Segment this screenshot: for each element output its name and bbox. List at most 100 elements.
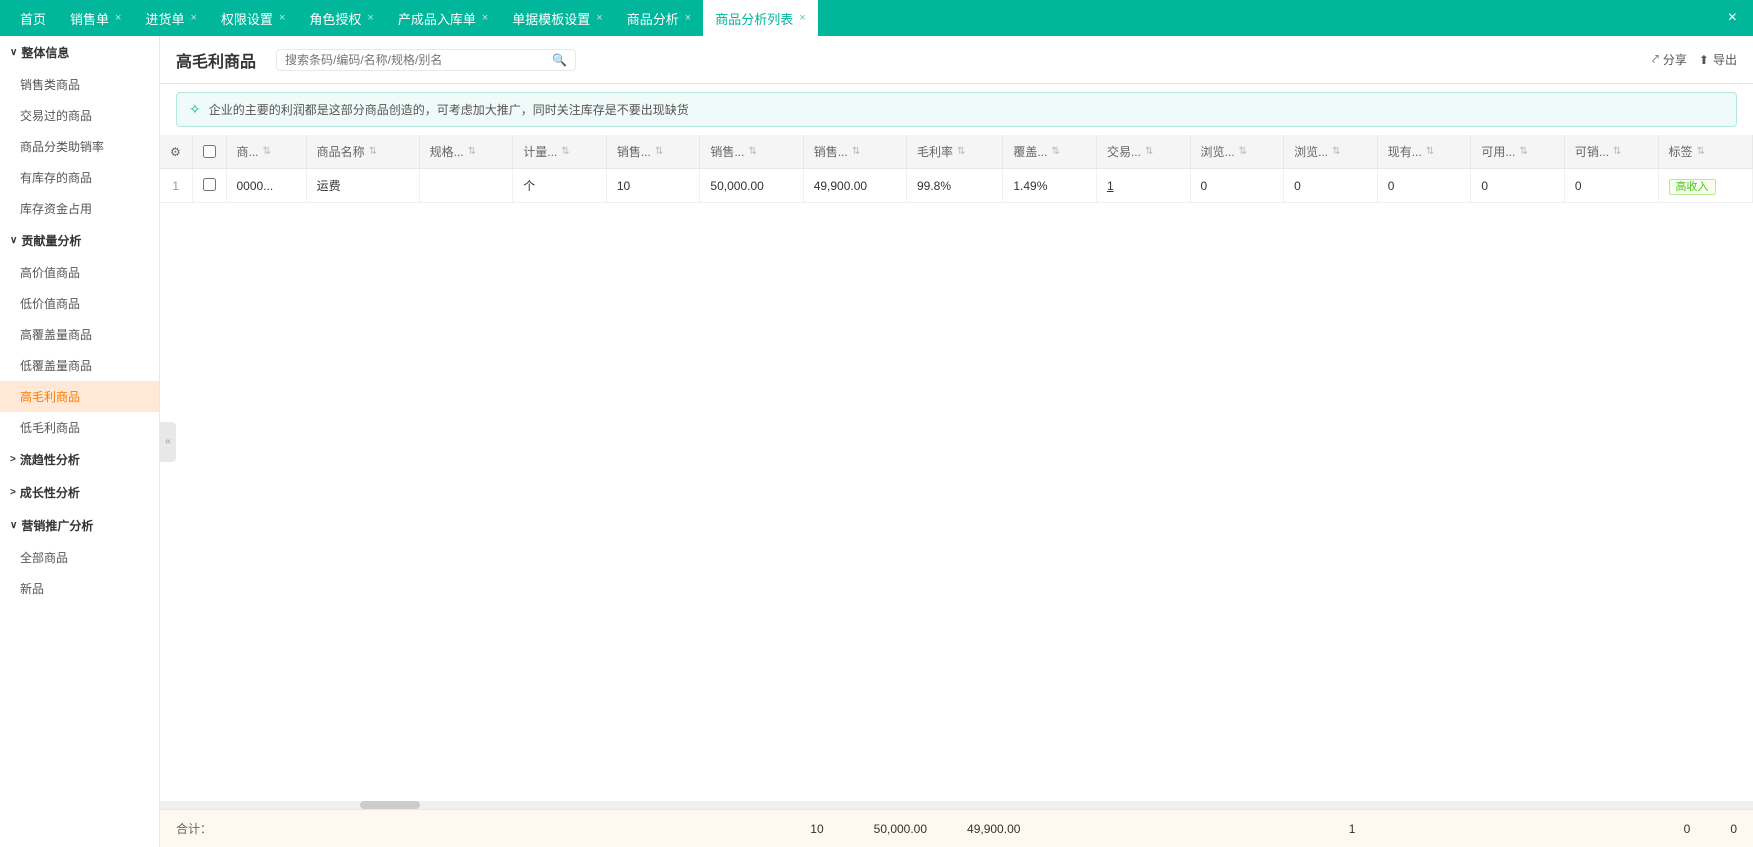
nav-close-icon[interactable]: × (596, 12, 602, 24)
scrollbar-thumb[interactable] (360, 801, 420, 809)
nav-item-商品分析列表[interactable]: 商品分析列表× (703, 0, 817, 36)
col-header-code[interactable]: 商...⇅ (226, 135, 306, 169)
col-label-tag: 标签 (1669, 143, 1693, 160)
search-box[interactable]: 🔍 (276, 49, 576, 71)
content-area: « 高毛利商品 🔍 ⤤ 分享 ⬆ 导出 ✧ 企业的主 (160, 36, 1753, 847)
sidebar-item-低覆盖量商品[interactable]: 低覆盖量商品 (0, 350, 159, 381)
sidebar-item-低价值商品[interactable]: 低价值商品 (0, 288, 159, 319)
col-header-grossMargin[interactable]: 毛利率⇅ (906, 135, 1002, 169)
share-label: 分享 (1663, 51, 1687, 68)
col-label-salesAmt: 销售... (710, 143, 744, 160)
col-label-salesCost: 销售... (814, 143, 848, 160)
col-header-views1[interactable]: 浏览...⇅ (1190, 135, 1284, 169)
col-label-saleable: 可销... (1575, 143, 1609, 160)
sort-icon-saleable[interactable]: ⇅ (1613, 146, 1621, 157)
sort-icon-views2[interactable]: ⇅ (1332, 146, 1340, 157)
sidebar-item-交易过的商品[interactable]: 交易过的商品 (0, 100, 159, 131)
col-header-salesQty[interactable]: 销售...⇅ (606, 135, 700, 169)
footer-bar: 合计： 10 50,000.00 49,900.00 1 0 0 (160, 809, 1753, 847)
col-header-transactions[interactable]: 交易... ⇅ (1096, 135, 1190, 169)
cell-salesQty: 10 (606, 169, 700, 203)
sidebar-item-高价值商品[interactable]: 高价值商品 (0, 257, 159, 288)
sort-icon-salesAmt[interactable]: ⇅ (748, 146, 756, 157)
sort-icon-name[interactable]: ⇅ (369, 146, 377, 157)
sort-icon-transactions[interactable]: ⇅ (1145, 146, 1153, 157)
group-arrow-icon: > (10, 487, 16, 498)
search-icon[interactable]: 🔍 (552, 53, 567, 67)
search-input[interactable] (285, 53, 546, 67)
nav-close-icon[interactable]: × (190, 12, 196, 24)
nav-item-角色授权[interactable]: 角色授权× (297, 0, 385, 36)
col-header-spec[interactable]: 规格...⇅ (419, 135, 513, 169)
sort-icon-tag[interactable]: ⇅ (1697, 146, 1705, 157)
horizontal-scrollbar[interactable] (160, 801, 1753, 809)
col-header-stock[interactable]: 现有...⇅ (1377, 135, 1471, 169)
cell-views2: 0 (1284, 169, 1378, 203)
col-header-views2[interactable]: 浏览...⇅ (1284, 135, 1378, 169)
sidebar-item-高毛利商品[interactable]: 高毛利商品 (0, 381, 159, 412)
export-button[interactable]: ⬆ 导出 (1699, 51, 1737, 68)
nav-close-icon[interactable]: × (799, 12, 805, 24)
cell-tag: 高收入 (1658, 169, 1753, 203)
sidebar-toggle-button[interactable]: « (160, 422, 176, 462)
cell-code: 0000... (226, 169, 306, 203)
share-button[interactable]: ⤤ 分享 (1652, 51, 1687, 68)
select-all-checkbox[interactable] (203, 145, 216, 158)
nav-item-销售单[interactable]: 销售单× (58, 0, 133, 36)
sort-icon-code[interactable]: ⇅ (263, 146, 271, 157)
sidebar-item-商品分类助销率[interactable]: 商品分类助销率 (0, 131, 159, 162)
top-nav: 首页销售单×进货单×权限设置×角色授权×产成品入库单×单据模板设置×商品分析×商… (0, 0, 1753, 36)
nav-close-icon[interactable]: × (685, 12, 691, 24)
sort-icon-coverage[interactable]: ⇅ (1051, 146, 1059, 157)
sidebar-group-成长性分析[interactable]: >成长性分析 (0, 476, 159, 509)
col-header-salesAmt[interactable]: 销售... ⇅ (700, 135, 803, 169)
sidebar-item-新品[interactable]: 新品 (0, 573, 159, 604)
col-header-tag[interactable]: 标签 ⇅ (1658, 135, 1753, 169)
sidebar-item-库存资金占用[interactable]: 库存资金占用 (0, 193, 159, 224)
col-header-salesCost[interactable]: 销售... ⇅ (803, 135, 906, 169)
sort-icon-spec[interactable]: ⇅ (468, 146, 476, 157)
nav-close-icon[interactable]: × (115, 12, 121, 24)
sort-icon-stock[interactable]: ⇅ (1426, 146, 1434, 157)
col-label-coverage: 覆盖... (1013, 143, 1047, 160)
footer-transactions: 1 (1349, 822, 1356, 836)
nav-item-权限设置[interactable]: 权限设置× (209, 0, 297, 36)
nav-item-首页[interactable]: 首页 (8, 0, 58, 36)
sidebar-item-低毛利商品[interactable]: 低毛利商品 (0, 412, 159, 443)
sort-icon-available[interactable]: ⇅ (1519, 146, 1527, 157)
sidebar-item-全部商品[interactable]: 全部商品 (0, 542, 159, 573)
col-header-available[interactable]: 可用...⇅ (1471, 135, 1565, 169)
col-label-transactions: 交易... (1107, 143, 1141, 160)
sidebar-group-整体信息[interactable]: ∨整体信息 (0, 36, 159, 69)
nav-item-产成品入库单[interactable]: 产成品入库单× (386, 0, 500, 36)
row-checkbox[interactable] (203, 178, 216, 191)
nav-close-icon[interactable]: × (482, 12, 488, 24)
sidebar-group-流趋性分析[interactable]: >流趋性分析 (0, 443, 159, 476)
info-text: 企业的主要的利润都是这部分商品创造的，可考虑加大推广，同时关注库存是不要出现缺货 (209, 101, 689, 118)
sidebar-item-高覆盖量商品[interactable]: 高覆盖量商品 (0, 319, 159, 350)
col-header-saleable[interactable]: 可销... ⇅ (1564, 135, 1658, 169)
sidebar-item-有库存的商品[interactable]: 有库存的商品 (0, 162, 159, 193)
col-header-unit[interactable]: 计量... ⇅ (513, 135, 607, 169)
sort-icon-salesQty[interactable]: ⇅ (655, 146, 663, 157)
nav-close-icon[interactable]: × (279, 12, 285, 24)
settings-icon[interactable]: ⚙ (170, 145, 181, 159)
close-window-button[interactable]: × (1720, 9, 1745, 27)
group-title-label: 整体信息 (21, 44, 69, 61)
sidebar-group-营销推广分析[interactable]: ∨营销推广分析 (0, 509, 159, 542)
col-header-coverage[interactable]: 覆盖... ⇅ (1003, 135, 1097, 169)
sidebar-item-销售类商品[interactable]: 销售类商品 (0, 69, 159, 100)
nav-item-商品分析[interactable]: 商品分析× (615, 0, 703, 36)
col-label-unit: 计量... (523, 143, 557, 160)
sort-icon-unit[interactable]: ⇅ (561, 146, 569, 157)
nav-item-进货单[interactable]: 进货单× (133, 0, 208, 36)
sort-icon-salesCost[interactable]: ⇅ (852, 146, 860, 157)
export-label: 导出 (1713, 51, 1737, 68)
sidebar-group-贡献量分析[interactable]: ∨贡献量分析 (0, 224, 159, 257)
sort-icon-grossMargin[interactable]: ⇅ (957, 146, 965, 157)
sort-icon-views1[interactable]: ⇅ (1239, 146, 1247, 157)
nav-item-单据模板设置[interactable]: 单据模板设置× (500, 0, 614, 36)
nav-close-icon[interactable]: × (367, 12, 373, 24)
cell-unit: 个 (513, 169, 607, 203)
col-header-name[interactable]: 商品名称⇅ (306, 135, 419, 169)
